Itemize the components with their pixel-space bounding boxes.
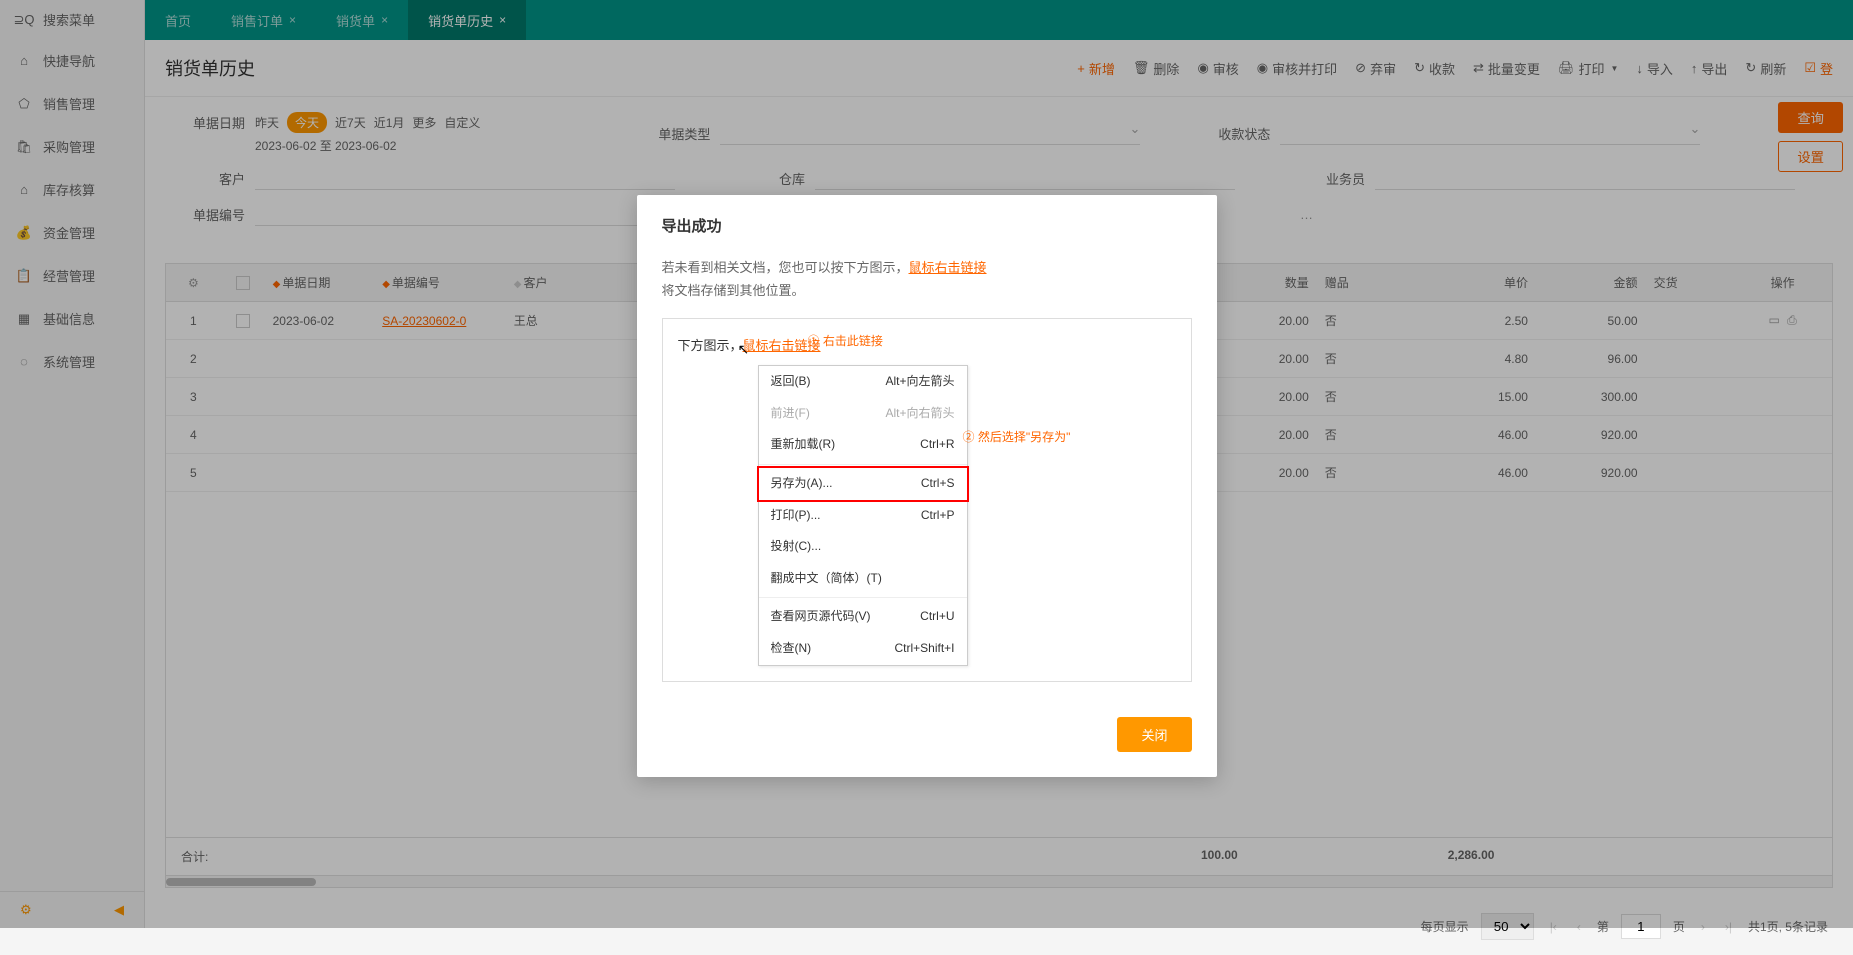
context-menu-item[interactable]: 返回(B) Alt+向左箭头	[759, 366, 967, 398]
context-menu: 返回(B) Alt+向左箭头前进(F) Alt+向右箭头重新加载(R) Ctrl+R 另…	[758, 365, 968, 665]
modal-text2: 将文档存储到其他位置。	[662, 279, 1192, 302]
context-menu-item[interactable]: 重新加载(R) Ctrl+R	[759, 429, 967, 461]
context-menu-separator	[759, 597, 967, 598]
cm-shortcut: Ctrl+S	[921, 473, 955, 495]
context-menu-item[interactable]: 打印(P)... Ctrl+P	[759, 500, 967, 532]
instruction-image: ① 右击此链接 下方图示，鼠标右击链接 ↖ 返回(B)Alt+向左箭头前进(F)…	[662, 318, 1192, 682]
right-click-link[interactable]: 鼠标右击链接	[909, 260, 987, 275]
cm-shortcut: Alt+向右箭头	[885, 403, 954, 425]
modal-close-button[interactable]: 关闭	[1117, 717, 1191, 752]
instr-prefix: 下方图示，	[678, 338, 743, 353]
context-menu-item[interactable]: 翻成中文（简体）(T)	[759, 563, 967, 595]
note-1: ① 右击此链接	[808, 331, 883, 353]
modal-text1: 若未看到相关文档，您也可以按下方图示，	[662, 260, 909, 275]
export-success-modal: 导出成功 若未看到相关文档，您也可以按下方图示，鼠标右击链接 将文档存储到其他位…	[637, 195, 1217, 777]
cm-label: 打印(P)...	[771, 505, 821, 527]
cm-shortcut: Ctrl+Shift+I	[894, 638, 954, 660]
modal-title: 导出成功	[637, 195, 1217, 246]
cm-label: 查看网页源代码(V)	[771, 606, 871, 628]
cm-label: 返回(B)	[771, 371, 811, 393]
cm-shortcut: Ctrl+P	[921, 505, 955, 527]
cm-shortcut: Ctrl+R	[920, 434, 954, 456]
context-menu-item[interactable]: 前进(F) Alt+向右箭头	[759, 398, 967, 430]
modal-body: 若未看到相关文档，您也可以按下方图示，鼠标右击链接 将文档存储到其他位置。 ① …	[637, 246, 1217, 702]
cm-label: 前进(F)	[771, 403, 810, 425]
cm-label: 重新加载(R)	[771, 434, 836, 456]
cm-label: 投射(C)...	[771, 536, 822, 558]
context-menu-item[interactable]: 检查(N) Ctrl+Shift+I	[759, 633, 967, 665]
modal-overlay[interactable]: 导出成功 若未看到相关文档，您也可以按下方图示，鼠标右击链接 将文档存储到其他位…	[0, 0, 1853, 928]
modal-footer: 关闭	[637, 702, 1217, 777]
cm-label: 检查(N)	[771, 638, 812, 660]
cm-shortcut: Alt+向左箭头	[885, 371, 954, 393]
note-2: ② 然后选择"另存为"	[963, 427, 1071, 449]
context-menu-item[interactable]: 投射(C)...	[759, 531, 967, 563]
context-menu-item[interactable]: 另存为(A)... Ctrl+S	[757, 466, 969, 502]
context-menu-item[interactable]: 查看网页源代码(V) Ctrl+U	[759, 601, 967, 633]
cm-label: 翻成中文（简体）(T)	[771, 568, 882, 590]
cursor-icon: ↖	[738, 337, 750, 362]
cm-label: 另存为(A)...	[771, 473, 833, 495]
context-menu-separator	[759, 464, 967, 465]
cm-shortcut: Ctrl+U	[920, 606, 954, 628]
